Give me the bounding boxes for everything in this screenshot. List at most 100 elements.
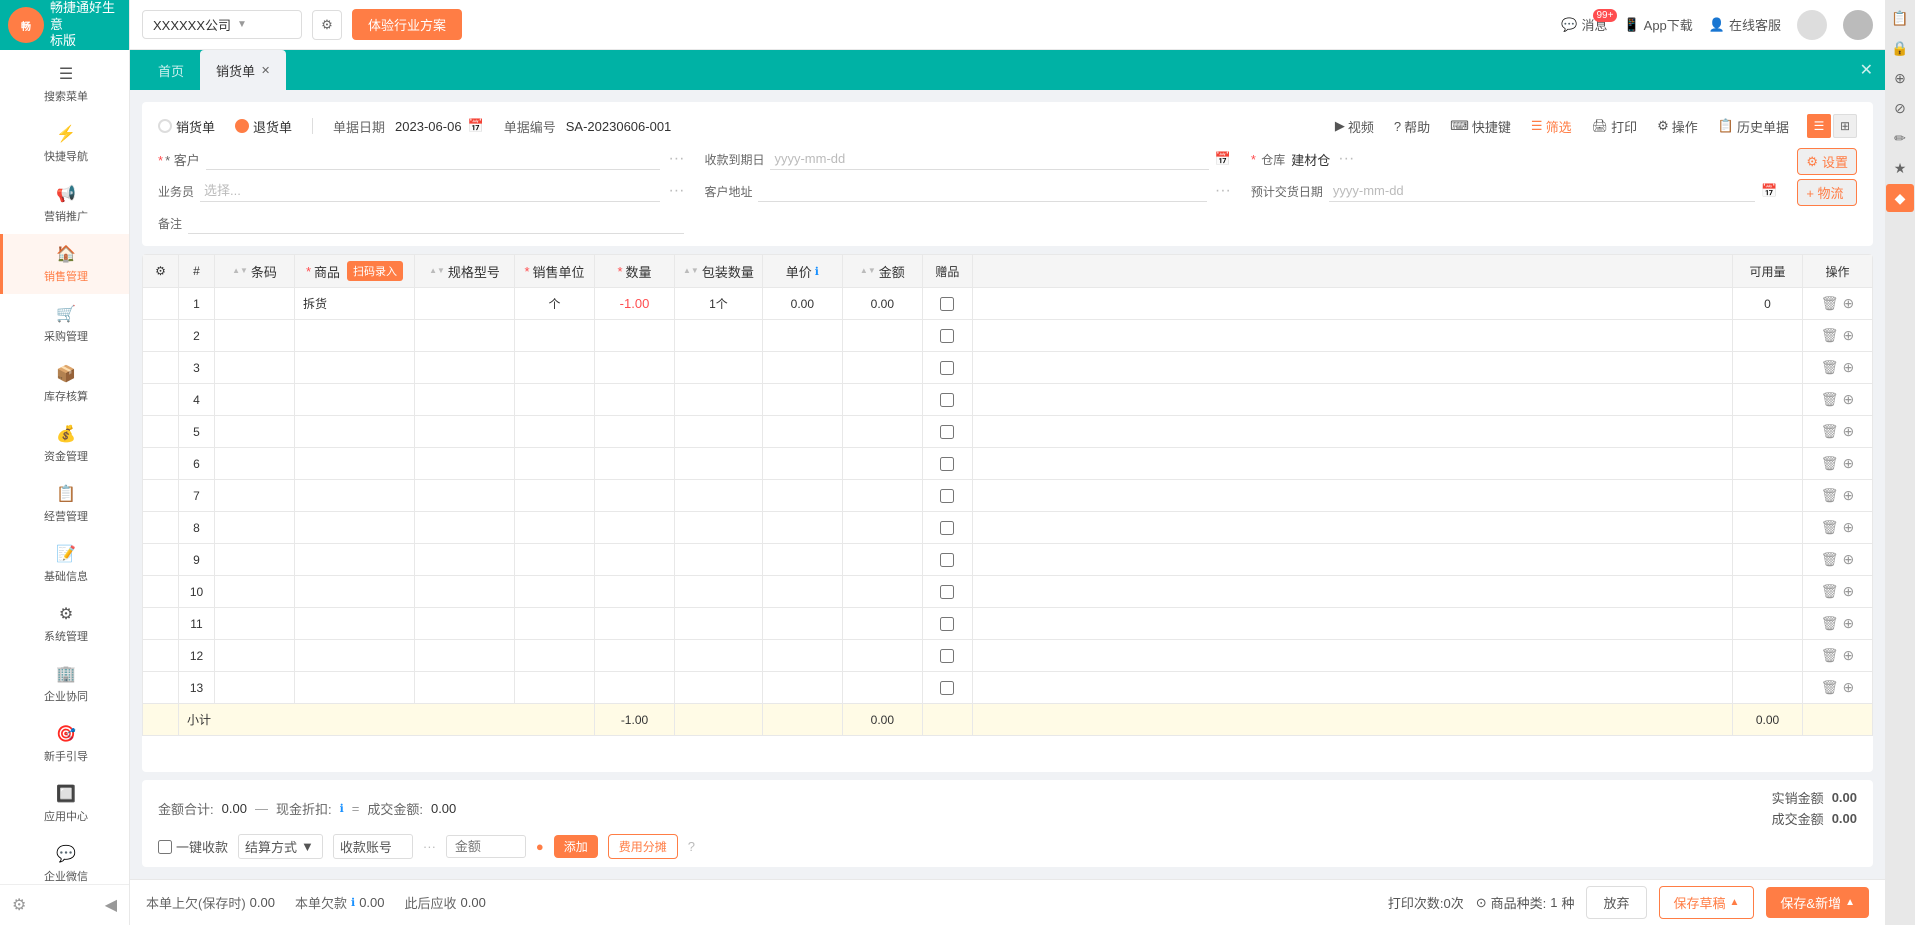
customer-input[interactable] [206,148,661,170]
row-product-cell[interactable] [295,384,415,416]
amount-field[interactable] [446,835,526,858]
online-service-button[interactable]: 👤 在线客服 [1709,15,1781,34]
row-amount-cell[interactable] [842,544,922,576]
row-remark-cell[interactable] [972,480,1732,512]
rp-edit-icon[interactable]: ✏ [1886,124,1914,152]
radio-return-label[interactable]: 退货单 [235,117,292,136]
one-click-payment-checkbox[interactable] [158,840,172,854]
gift-checkbox[interactable] [940,617,954,631]
gift-checkbox[interactable] [940,425,954,439]
row-qty-cell[interactable] [595,384,675,416]
row-gift-cell[interactable] [922,320,972,352]
row-unit-cell[interactable] [515,320,595,352]
abandon-button[interactable]: 放弃 [1586,886,1646,919]
row-price-cell[interactable] [762,576,842,608]
gift-checkbox[interactable] [940,329,954,343]
delete-row-icon[interactable]: 🗑 [1821,295,1839,312]
row-unit-cell[interactable] [515,544,595,576]
copy-row-icon[interactable]: ⊕ [1843,423,1855,440]
app-download-button[interactable]: 📱 App下载 [1623,15,1692,34]
row-unit-cell[interactable] [515,384,595,416]
row-amount-cell[interactable]: 0.00 [842,288,922,320]
row-gift-cell[interactable] [922,384,972,416]
tab-home[interactable]: 首页 [142,50,200,90]
customer-more-icon[interactable]: ··· [668,150,684,168]
sidebar-item-basic[interactable]: 📝基础信息 [0,534,129,594]
row-spec-cell[interactable] [415,608,515,640]
row-price-cell[interactable] [762,448,842,480]
sidebar-item-purchase[interactable]: 🛒采购管理 [0,294,129,354]
gift-checkbox[interactable] [940,457,954,471]
receivable-calendar-icon[interactable]: 📅 [1215,151,1231,167]
delete-row-icon[interactable]: 🗑 [1821,327,1839,344]
row-qty-cell[interactable] [595,480,675,512]
row-barcode-cell[interactable] [215,544,295,576]
payment-account-select[interactable]: 收款账号 [333,834,413,859]
row-gift-cell[interactable] [922,288,972,320]
save-draft-button[interactable]: 保存草稿 ▲ [1659,886,1755,919]
row-product-cell[interactable] [295,352,415,384]
shortcuts-btn[interactable]: ⌨ 快捷键 [1444,115,1517,138]
row-qty-cell[interactable] [595,544,675,576]
settings-icon[interactable]: ⚙ [12,895,26,915]
gift-checkbox[interactable] [940,681,954,695]
row-pkgqty-cell[interactable] [675,640,763,672]
row-pkgqty-cell[interactable]: 1个 [675,288,763,320]
gift-checkbox[interactable] [940,521,954,535]
rp-minus-icon[interactable]: ⊘ [1886,94,1914,122]
row-product-cell[interactable] [295,576,415,608]
row-qty-cell[interactable] [595,352,675,384]
history-btn[interactable]: 📋 历史单据 [1712,115,1795,138]
product-kind-item[interactable]: ⊙ 商品种类: 1 种 [1476,893,1575,912]
row-price-cell[interactable] [762,544,842,576]
warehouse-more-icon[interactable]: ··· [1338,150,1354,168]
delete-row-icon[interactable]: 🗑 [1821,551,1839,568]
row-price-cell[interactable]: 0.00 [762,288,842,320]
delete-row-icon[interactable]: 🗑 [1821,519,1839,536]
expected-calendar-icon[interactable]: 📅 [1761,183,1777,199]
sidebar-item-quick[interactable]: ⚡快捷导航 [0,114,129,174]
row-barcode-cell[interactable] [215,448,295,480]
row-product-cell[interactable]: 拆货 [295,288,415,320]
logistics-button[interactable]: + 物流 [1797,179,1857,206]
row-remark-cell[interactable] [972,448,1732,480]
row-price-cell[interactable] [762,480,842,512]
row-price-cell[interactable] [762,512,842,544]
copy-row-icon[interactable]: ⊕ [1843,583,1855,600]
row-amount-cell[interactable] [842,608,922,640]
row-price-cell[interactable] [762,672,842,704]
row-barcode-cell[interactable] [215,608,295,640]
sidebar-item-guide[interactable]: 🎯新手引导 [0,714,129,774]
rp-note-icon[interactable]: 📋 [1886,4,1914,32]
row-gift-cell[interactable] [922,576,972,608]
row-amount-cell[interactable] [842,448,922,480]
row-product-cell[interactable] [295,480,415,512]
row-amount-cell[interactable] [842,320,922,352]
row-pkgqty-cell[interactable] [675,480,763,512]
row-barcode-cell[interactable] [215,384,295,416]
delete-row-icon[interactable]: 🗑 [1821,455,1839,472]
copy-row-icon[interactable]: ⊕ [1843,391,1855,408]
delete-row-icon[interactable]: 🗑 [1821,423,1839,440]
copy-row-icon[interactable]: ⊕ [1843,455,1855,472]
row-product-cell[interactable] [295,320,415,352]
row-gift-cell[interactable] [922,608,972,640]
copy-row-icon[interactable]: ⊕ [1843,519,1855,536]
row-remark-cell[interactable] [972,608,1732,640]
row-spec-cell[interactable] [415,352,515,384]
salesperson-more-icon[interactable]: ··· [668,182,684,200]
tabbar-close-icon[interactable]: ✕ [1860,60,1873,80]
row-remark-cell[interactable] [972,544,1732,576]
row-barcode-cell[interactable] [215,352,295,384]
view-list-btn[interactable]: ☰ [1807,114,1831,138]
copy-row-icon[interactable]: ⊕ [1843,679,1855,696]
sidebar-item-wechat[interactable]: 💬企业微信 [0,834,129,884]
delete-row-icon[interactable]: 🗑 [1821,583,1839,600]
row-spec-cell[interactable] [415,512,515,544]
row-price-cell[interactable] [762,320,842,352]
user-menu[interactable] [1843,10,1873,40]
filter-btn[interactable]: ☰ 筛选 [1525,115,1578,138]
sidebar-item-marketing[interactable]: 📢营销推广 [0,174,129,234]
row-spec-cell[interactable] [415,640,515,672]
sidebar-item-operations[interactable]: 📋经营管理 [0,474,129,534]
